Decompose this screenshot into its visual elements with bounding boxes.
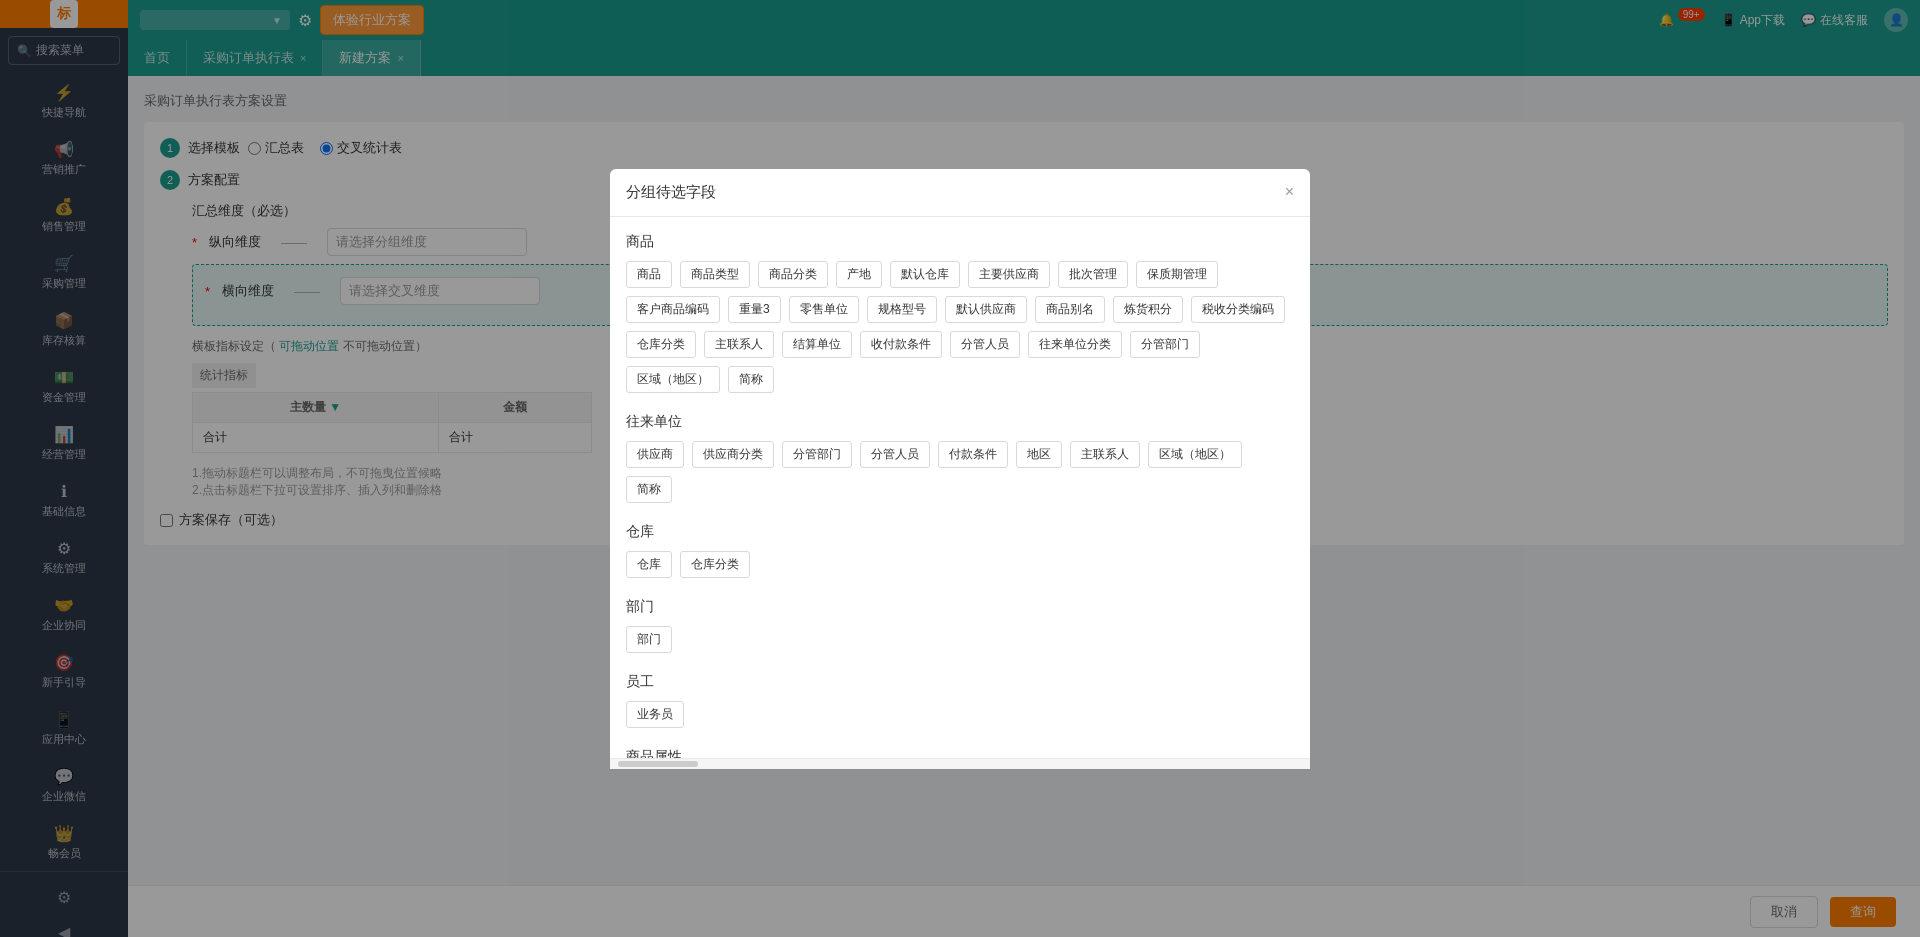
field-tag-0-18[interactable]: 结算单位 [782, 331, 852, 358]
field-tag-0-14[interactable]: 炼货积分 [1113, 296, 1183, 323]
field-group-title-0: 商品 [626, 233, 1294, 251]
field-tag-3-0[interactable]: 部门 [626, 626, 672, 653]
field-tag-0-23[interactable]: 区域（地区） [626, 366, 720, 393]
field-tag-0-10[interactable]: 零售单位 [789, 296, 859, 323]
field-tag-0-21[interactable]: 往来单位分类 [1028, 331, 1122, 358]
field-tags-1: 供应商供应商分类分管部门分管人员付款条件地区主联系人区域（地区） 简称 [626, 441, 1294, 503]
field-group-title-5: 商品属性 [626, 748, 1294, 759]
field-tag-0-9[interactable]: 重量3 [728, 296, 781, 323]
field-tag-1-0[interactable]: 供应商 [626, 441, 684, 468]
field-tag-1-7[interactable]: 区域（地区） [1148, 441, 1242, 468]
field-tags-3: 部门 [626, 626, 1294, 653]
modal-hscroll[interactable] [610, 758, 1310, 769]
field-tag-0-11[interactable]: 规格型号 [867, 296, 937, 323]
field-group-4: 员工业务员 [626, 673, 1294, 728]
field-tag-0-15[interactable]: 税收分类编码 [1191, 296, 1285, 323]
field-tag-0-4[interactable]: 默认仓库 [890, 261, 960, 288]
field-tag-0-24[interactable]: 简称 [728, 366, 774, 393]
field-tag-1-6[interactable]: 主联系人 [1070, 441, 1140, 468]
modal-header: 分组待选字段 × [610, 169, 1310, 217]
field-tag-2-0[interactable]: 仓库 [626, 551, 672, 578]
field-tag-1-8[interactable]: 简称 [626, 476, 672, 503]
field-tag-0-20[interactable]: 分管人员 [950, 331, 1020, 358]
field-tags-2: 仓库仓库分类 [626, 551, 1294, 578]
field-tag-4-0[interactable]: 业务员 [626, 701, 684, 728]
field-group-2: 仓库仓库仓库分类 [626, 523, 1294, 578]
modal-close-button[interactable]: × [1285, 183, 1294, 201]
field-group-5: 商品属性属性颜色多规格尺码鞋码1 [626, 748, 1294, 759]
field-tag-0-7[interactable]: 保质期管理 [1136, 261, 1218, 288]
field-group-3: 部门部门 [626, 598, 1294, 653]
field-tag-1-2[interactable]: 分管部门 [782, 441, 852, 468]
field-tag-0-17[interactable]: 主联系人 [704, 331, 774, 358]
field-group-1: 往来单位供应商供应商分类分管部门分管人员付款条件地区主联系人区域（地区） 简称 [626, 413, 1294, 503]
field-group-title-1: 往来单位 [626, 413, 1294, 431]
field-tag-0-2[interactable]: 商品分类 [758, 261, 828, 288]
modal-overlay: 分组待选字段 × 商品商品商品类型商品分类产地默认仓库主要供应商批次管理保质期管… [0, 0, 1920, 937]
field-tag-0-13[interactable]: 商品别名 [1035, 296, 1105, 323]
field-tag-1-4[interactable]: 付款条件 [938, 441, 1008, 468]
field-tag-1-1[interactable]: 供应商分类 [692, 441, 774, 468]
modal-title: 分组待选字段 [626, 183, 716, 202]
hscroll-thumb [618, 761, 698, 767]
modal-body: 商品商品商品类型商品分类产地默认仓库主要供应商批次管理保质期管理客户商品编码重量… [610, 217, 1310, 759]
field-tag-2-1[interactable]: 仓库分类 [680, 551, 750, 578]
field-group-title-3: 部门 [626, 598, 1294, 616]
field-tag-0-12[interactable]: 默认供应商 [945, 296, 1027, 323]
field-tag-0-3[interactable]: 产地 [836, 261, 882, 288]
field-tag-0-22[interactable]: 分管部门 [1130, 331, 1200, 358]
field-tag-0-5[interactable]: 主要供应商 [968, 261, 1050, 288]
field-tags-0: 商品商品类型商品分类产地默认仓库主要供应商批次管理保质期管理客户商品编码重量3 零… [626, 261, 1294, 393]
field-tag-1-5[interactable]: 地区 [1016, 441, 1062, 468]
field-group-title-2: 仓库 [626, 523, 1294, 541]
field-tag-0-16[interactable]: 仓库分类 [626, 331, 696, 358]
field-tag-0-0[interactable]: 商品 [626, 261, 672, 288]
field-select-modal: 分组待选字段 × 商品商品商品类型商品分类产地默认仓库主要供应商批次管理保质期管… [610, 169, 1310, 769]
field-tag-0-8[interactable]: 客户商品编码 [626, 296, 720, 323]
field-tag-0-6[interactable]: 批次管理 [1058, 261, 1128, 288]
field-tag-0-19[interactable]: 收付款条件 [860, 331, 942, 358]
field-tag-1-3[interactable]: 分管人员 [860, 441, 930, 468]
field-group-0: 商品商品商品类型商品分类产地默认仓库主要供应商批次管理保质期管理客户商品编码重量… [626, 233, 1294, 393]
field-group-title-4: 员工 [626, 673, 1294, 691]
field-tag-0-1[interactable]: 商品类型 [680, 261, 750, 288]
field-tags-4: 业务员 [626, 701, 1294, 728]
